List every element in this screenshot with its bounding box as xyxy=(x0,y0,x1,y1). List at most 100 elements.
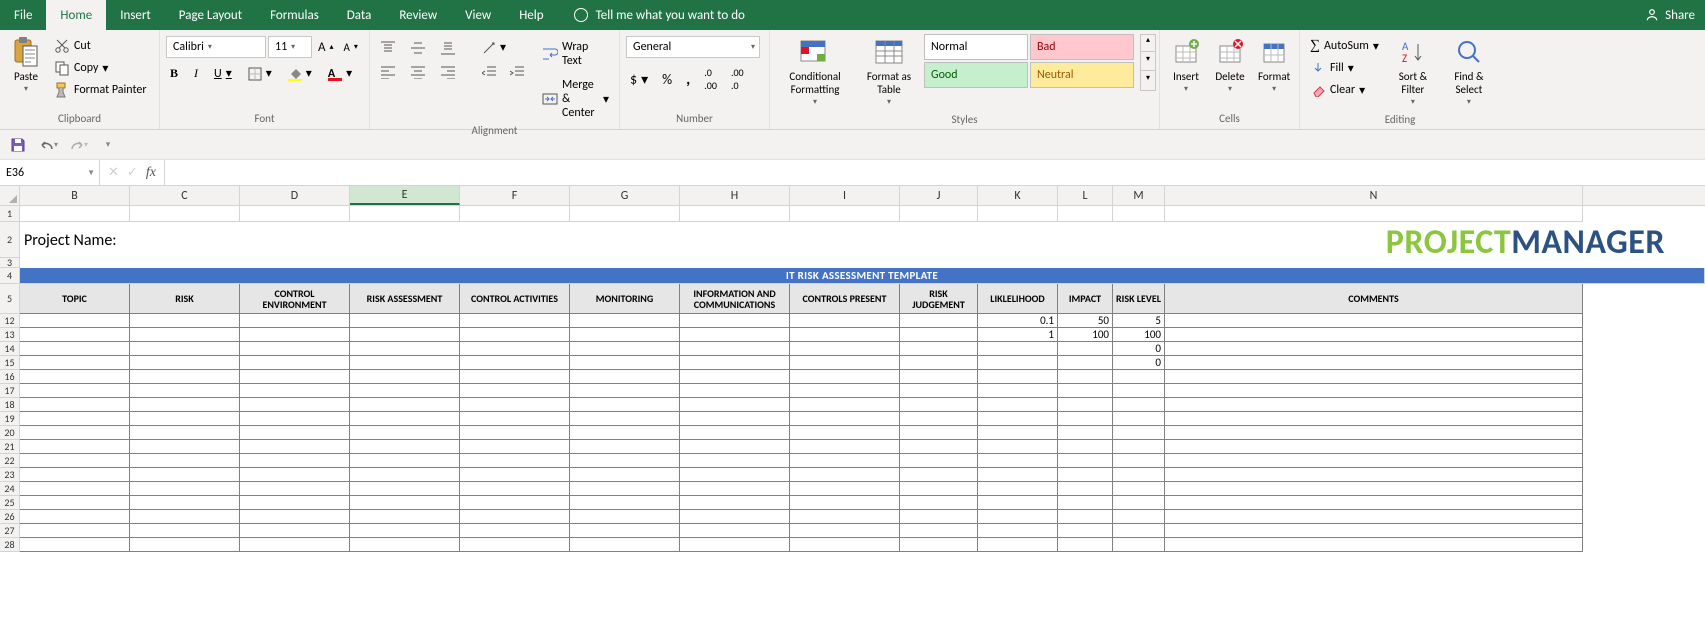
row-header[interactable]: 12 xyxy=(0,314,20,328)
cell[interactable] xyxy=(790,538,900,552)
col-header-B[interactable]: B xyxy=(20,186,130,205)
cell[interactable] xyxy=(130,356,240,370)
cell[interactable] xyxy=(900,524,978,538)
tab-formulas[interactable]: Formulas xyxy=(256,0,333,30)
cell[interactable] xyxy=(978,468,1058,482)
cell[interactable] xyxy=(680,384,790,398)
name-box[interactable]: E36▼ xyxy=(0,160,100,185)
cell[interactable] xyxy=(460,258,570,268)
cell[interactable] xyxy=(1165,342,1583,356)
cell[interactable] xyxy=(460,328,570,342)
col-header-K[interactable]: K xyxy=(978,186,1058,205)
formula-input[interactable] xyxy=(165,160,1705,185)
cell[interactable] xyxy=(1113,412,1165,426)
cell[interactable] xyxy=(900,356,978,370)
fx-button[interactable]: fx xyxy=(146,165,156,181)
cell[interactable] xyxy=(790,370,900,384)
format-cells-button[interactable]: Format▾ xyxy=(1254,34,1294,98)
font-name-combo[interactable]: Calibri▾ xyxy=(166,36,266,58)
cell[interactable] xyxy=(240,328,350,342)
cell[interactable] xyxy=(1058,356,1113,370)
cell[interactable] xyxy=(1113,538,1165,552)
cell[interactable] xyxy=(790,482,900,496)
cell[interactable] xyxy=(1165,206,1583,222)
share-button[interactable]: Share xyxy=(1635,0,1705,30)
cell[interactable] xyxy=(1058,258,1113,268)
cell[interactable] xyxy=(680,356,790,370)
cell[interactable] xyxy=(790,342,900,356)
cell[interactable] xyxy=(570,426,680,440)
row-header[interactable]: 18 xyxy=(0,398,20,412)
cell[interactable] xyxy=(1058,412,1113,426)
cell[interactable] xyxy=(1113,510,1165,524)
cell[interactable] xyxy=(240,496,350,510)
cell[interactable] xyxy=(570,384,680,398)
table-header[interactable]: CONTROLS PRESENT xyxy=(790,284,900,314)
cell[interactable] xyxy=(570,370,680,384)
accounting-button[interactable]: $▾ xyxy=(626,69,652,90)
cell[interactable] xyxy=(240,398,350,412)
table-header[interactable]: INFORMATION AND COMMUNICATIONS xyxy=(680,284,790,314)
clear-button[interactable]: Clear▾ xyxy=(1306,80,1383,100)
cell[interactable] xyxy=(570,398,680,412)
cell[interactable] xyxy=(130,454,240,468)
table-header[interactable]: COMMENTS xyxy=(1165,284,1583,314)
cell[interactable] xyxy=(460,496,570,510)
spreadsheet-grid[interactable]: BCDEFGHIJKLMN 12Project Name:PROJECTMANA… xyxy=(0,186,1705,552)
cell[interactable] xyxy=(570,412,680,426)
cell[interactable] xyxy=(1165,454,1583,468)
cell[interactable] xyxy=(1058,468,1113,482)
cell[interactable] xyxy=(350,468,460,482)
cell[interactable] xyxy=(900,342,978,356)
cell[interactable] xyxy=(978,426,1058,440)
align-top-button[interactable] xyxy=(376,39,400,57)
select-all-button[interactable] xyxy=(0,186,20,205)
table-header[interactable]: RISK JUDGEMENT xyxy=(900,284,978,314)
cell[interactable] xyxy=(900,454,978,468)
cell[interactable] xyxy=(900,384,978,398)
cell[interactable] xyxy=(1058,538,1113,552)
cell[interactable] xyxy=(350,496,460,510)
cell[interactable] xyxy=(130,328,240,342)
cell[interactable] xyxy=(1113,524,1165,538)
cell[interactable]: 100 xyxy=(1058,328,1113,342)
cell[interactable] xyxy=(790,426,900,440)
cell[interactable]: 50 xyxy=(1058,314,1113,328)
cell[interactable] xyxy=(1058,510,1113,524)
cell[interactable] xyxy=(680,398,790,412)
conditional-formatting-button[interactable]: Conditional Formatting▾ xyxy=(776,34,854,111)
cell[interactable] xyxy=(350,206,460,222)
tab-page-layout[interactable]: Page Layout xyxy=(165,0,256,30)
cell[interactable] xyxy=(680,482,790,496)
cell[interactable] xyxy=(978,398,1058,412)
cell[interactable] xyxy=(680,496,790,510)
cell[interactable] xyxy=(570,524,680,538)
paste-button[interactable]: Paste ▾ xyxy=(6,34,46,98)
cell[interactable] xyxy=(790,510,900,524)
cell[interactable] xyxy=(790,440,900,454)
cell[interactable] xyxy=(1058,398,1113,412)
cell[interactable] xyxy=(460,356,570,370)
cell[interactable] xyxy=(1058,206,1113,222)
col-header-F[interactable]: F xyxy=(460,186,570,205)
wrap-text-button[interactable]: Wrap Text xyxy=(538,38,613,70)
col-header-D[interactable]: D xyxy=(240,186,350,205)
cell[interactable] xyxy=(460,538,570,552)
decrease-decimal-button[interactable]: .00.0 xyxy=(727,64,748,94)
cell[interactable] xyxy=(680,206,790,222)
cell[interactable] xyxy=(460,510,570,524)
cell[interactable] xyxy=(460,412,570,426)
cell[interactable] xyxy=(790,496,900,510)
cell[interactable] xyxy=(20,258,130,268)
col-header-N[interactable]: N xyxy=(1165,186,1583,205)
cell[interactable] xyxy=(790,398,900,412)
cell[interactable] xyxy=(1165,398,1583,412)
cell[interactable] xyxy=(1058,482,1113,496)
font-color-button[interactable]: A▾ xyxy=(324,64,356,83)
cell[interactable] xyxy=(978,510,1058,524)
cell[interactable] xyxy=(900,510,978,524)
cell[interactable] xyxy=(900,206,978,222)
table-header[interactable]: TOPIC xyxy=(20,284,130,314)
cell[interactable]: 0.1 xyxy=(978,314,1058,328)
cell[interactable] xyxy=(1165,496,1583,510)
